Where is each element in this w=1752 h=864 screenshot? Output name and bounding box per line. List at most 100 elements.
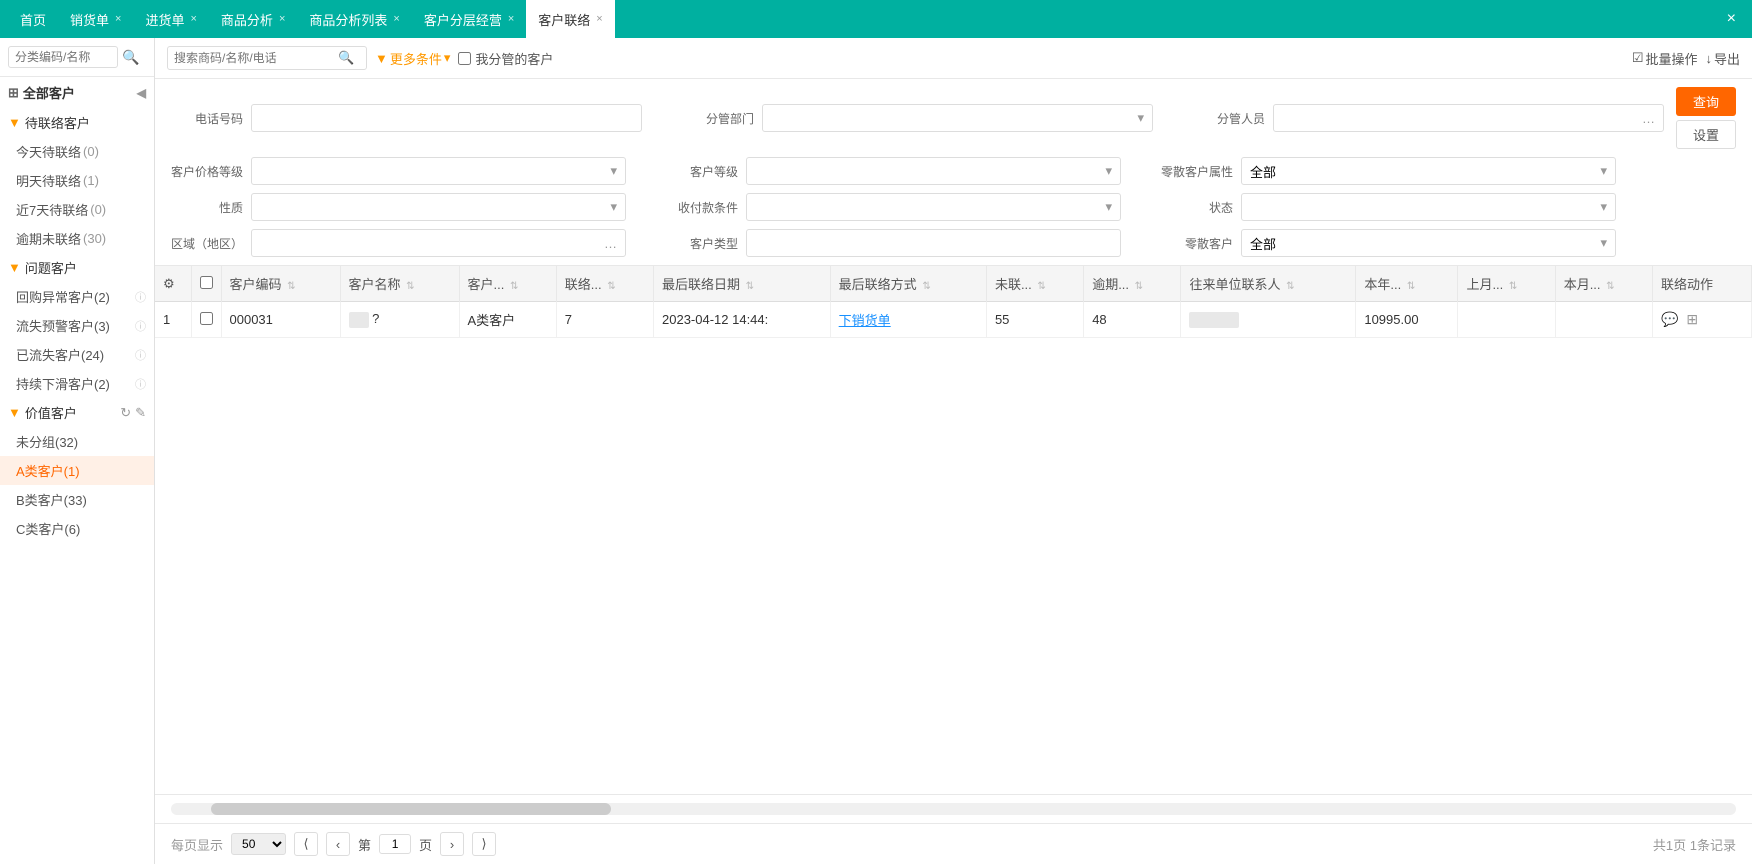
nav-product-analysis-close[interactable]: ×: [279, 13, 285, 25]
last-method-link[interactable]: 下销货单: [839, 313, 891, 328]
sidebar-ungrouped[interactable]: 未分组(32): [0, 427, 154, 456]
info-icon-3: ⓘ: [135, 347, 146, 363]
customer-grade-select[interactable]: ▾: [746, 157, 1121, 185]
sidebar-class-b[interactable]: B类客户(33): [0, 485, 154, 514]
sidebar-7day-pending[interactable]: 近7天待联络 (0): [0, 195, 154, 224]
customer-table: ⚙ 客户编码 ⇅ 客户名称 ⇅: [155, 266, 1752, 338]
query-btn[interactable]: 查询: [1676, 87, 1736, 116]
sidebar-repurchase-abnormal[interactable]: 回购异常客户(2) ⓘ: [0, 282, 154, 311]
sidebar-churned[interactable]: 已流失客户(24) ⓘ: [0, 340, 154, 369]
filter-customer-type: 客户类型: [666, 229, 1121, 257]
region-select[interactable]: …: [251, 229, 626, 257]
row-checkbox[interactable]: [200, 312, 213, 325]
sort-overdue[interactable]: ⇅: [1135, 281, 1143, 292]
edit-icon[interactable]: ✎: [135, 405, 146, 421]
nav-sales-close[interactable]: ×: [115, 13, 121, 25]
sort-unit-contact[interactable]: ⇅: [1286, 281, 1294, 292]
col-overdue: 逾期... ⇅: [1084, 266, 1181, 302]
sort-last-method[interactable]: ⇅: [922, 281, 930, 292]
value-icons: ↻ ✎: [120, 405, 146, 421]
sort-last-month[interactable]: ⇅: [1509, 281, 1517, 292]
row-unit-contact: [1181, 302, 1356, 338]
setting-btn[interactable]: 设置: [1676, 120, 1736, 149]
sidebar-tomorrow-pending[interactable]: 明天待联络 (1): [0, 166, 154, 195]
export-btn[interactable]: ↓ 导出: [1705, 49, 1740, 68]
nav-sales[interactable]: 销货单 ×: [58, 0, 133, 38]
more-filters-btn[interactable]: ▼ 更多条件 ▾: [375, 49, 450, 68]
next-page-btn[interactable]: ›: [440, 832, 464, 856]
nav-close-all[interactable]: ×: [1719, 10, 1744, 28]
nav-product-list-close[interactable]: ×: [393, 13, 399, 25]
row-this-year: 10995.00: [1356, 302, 1458, 338]
message-icon[interactable]: 💬: [1661, 311, 1678, 328]
nav-home[interactable]: 首页: [8, 0, 58, 38]
sort-contact[interactable]: ⇅: [607, 281, 615, 292]
row-index: 1: [155, 302, 191, 338]
page-number-input[interactable]: [379, 834, 411, 854]
filter-payment: 收付款条件 ▾: [666, 193, 1121, 221]
nav-product-list[interactable]: 商品分析列表 ×: [297, 0, 411, 38]
sidebar-pending-group[interactable]: ▼ 待联络客户: [0, 108, 154, 137]
settings-icon[interactable]: ⚙: [163, 276, 175, 291]
phone-input[interactable]: [251, 104, 642, 132]
sort-code[interactable]: ⇅: [287, 281, 295, 292]
nature-select[interactable]: ▾: [251, 193, 626, 221]
refresh-icon[interactable]: ↻: [120, 405, 131, 421]
nav-purchase[interactable]: 进货单 ×: [133, 0, 208, 38]
nav-product-analysis[interactable]: 商品分析 ×: [209, 0, 297, 38]
nav-customer-contact-close[interactable]: ×: [596, 13, 602, 25]
sidebar-churn-warning[interactable]: 流失预警客户(3) ⓘ: [0, 311, 154, 340]
sidebar-today-pending[interactable]: 今天待联络 (0): [0, 137, 154, 166]
price-grade-select[interactable]: ▾: [251, 157, 626, 185]
page-size-select[interactable]: 50 20 100: [231, 833, 286, 855]
scroll-thumb[interactable]: [211, 803, 611, 815]
row-actions: 💬 ⊞: [1652, 302, 1751, 338]
staff-select[interactable]: …: [1273, 104, 1664, 132]
sort-last-date[interactable]: ⇅: [746, 281, 754, 292]
info-icon-1: ⓘ: [135, 289, 146, 305]
nav-customer-segment-close[interactable]: ×: [508, 13, 514, 25]
sidebar-search-input[interactable]: [8, 46, 118, 68]
nav-purchase-close[interactable]: ×: [190, 13, 196, 25]
sidebar-overdue-pending[interactable]: 逾期未联络 (30): [0, 224, 154, 253]
retail-attr-select[interactable]: 全部 ▾: [1241, 157, 1616, 185]
first-page-btn[interactable]: ⟨: [294, 832, 318, 856]
sort-this-month[interactable]: ⇅: [1606, 281, 1614, 292]
sidebar-class-c[interactable]: C类客户(6): [0, 514, 154, 543]
sidebar-search-icon[interactable]: 🔍: [122, 49, 139, 66]
retail-customer-select[interactable]: 全部 ▾: [1241, 229, 1616, 257]
row-this-month: [1555, 302, 1652, 338]
sort-this-year[interactable]: ⇅: [1407, 281, 1415, 292]
status-select[interactable]: ▾: [1241, 193, 1616, 221]
sort-not-contacted[interactable]: ⇅: [1037, 281, 1045, 292]
row-checkbox-cell: [191, 302, 221, 338]
sidebar-class-a[interactable]: A类客户(1): [0, 456, 154, 485]
dept-select[interactable]: ▾: [762, 104, 1153, 132]
filter-customer-grade: 客户等级 ▾: [666, 157, 1121, 185]
main-search-input[interactable]: [174, 51, 334, 65]
qr-icon[interactable]: ⊞: [1686, 311, 1698, 328]
my-customers-checkbox[interactable]: 我分管的客户: [458, 49, 553, 68]
sidebar-value-group[interactable]: ▼ 价值客户 ↻ ✎: [0, 398, 154, 427]
scroll-track: [171, 803, 1736, 815]
prev-page-btn[interactable]: ‹: [326, 832, 350, 856]
sidebar-problem-group[interactable]: ▼ 问题客户: [0, 253, 154, 282]
region-dots[interactable]: …: [604, 236, 617, 251]
sort-name[interactable]: ⇅: [406, 281, 414, 292]
sort-type[interactable]: ⇅: [510, 281, 518, 292]
main-search-icon[interactable]: 🔍: [338, 50, 354, 66]
nav-customer-segment[interactable]: 客户分层经营 ×: [412, 0, 526, 38]
sidebar-declining[interactable]: 持续下滑客户(2) ⓘ: [0, 369, 154, 398]
my-customers-check[interactable]: [458, 52, 471, 65]
last-page-btn[interactable]: ⟩: [472, 832, 496, 856]
customer-grade-arrow: ▾: [1105, 163, 1112, 179]
select-all-checkbox[interactable]: [200, 276, 213, 289]
row-overdue: 48: [1084, 302, 1181, 338]
payment-select[interactable]: ▾: [746, 193, 1121, 221]
sidebar-all-customers[interactable]: ⊞ 全部客户 ◀: [0, 77, 154, 108]
customer-type-input[interactable]: [746, 229, 1121, 257]
filter-nature: 性质 ▾: [171, 193, 626, 221]
advanced-filter: 电话号码 分管部门 ▾ 分管人员 …: [155, 79, 1752, 266]
nav-customer-contact[interactable]: 客户联络 ×: [526, 0, 614, 38]
batch-op-btn[interactable]: ☑ 批量操作: [1632, 49, 1698, 68]
